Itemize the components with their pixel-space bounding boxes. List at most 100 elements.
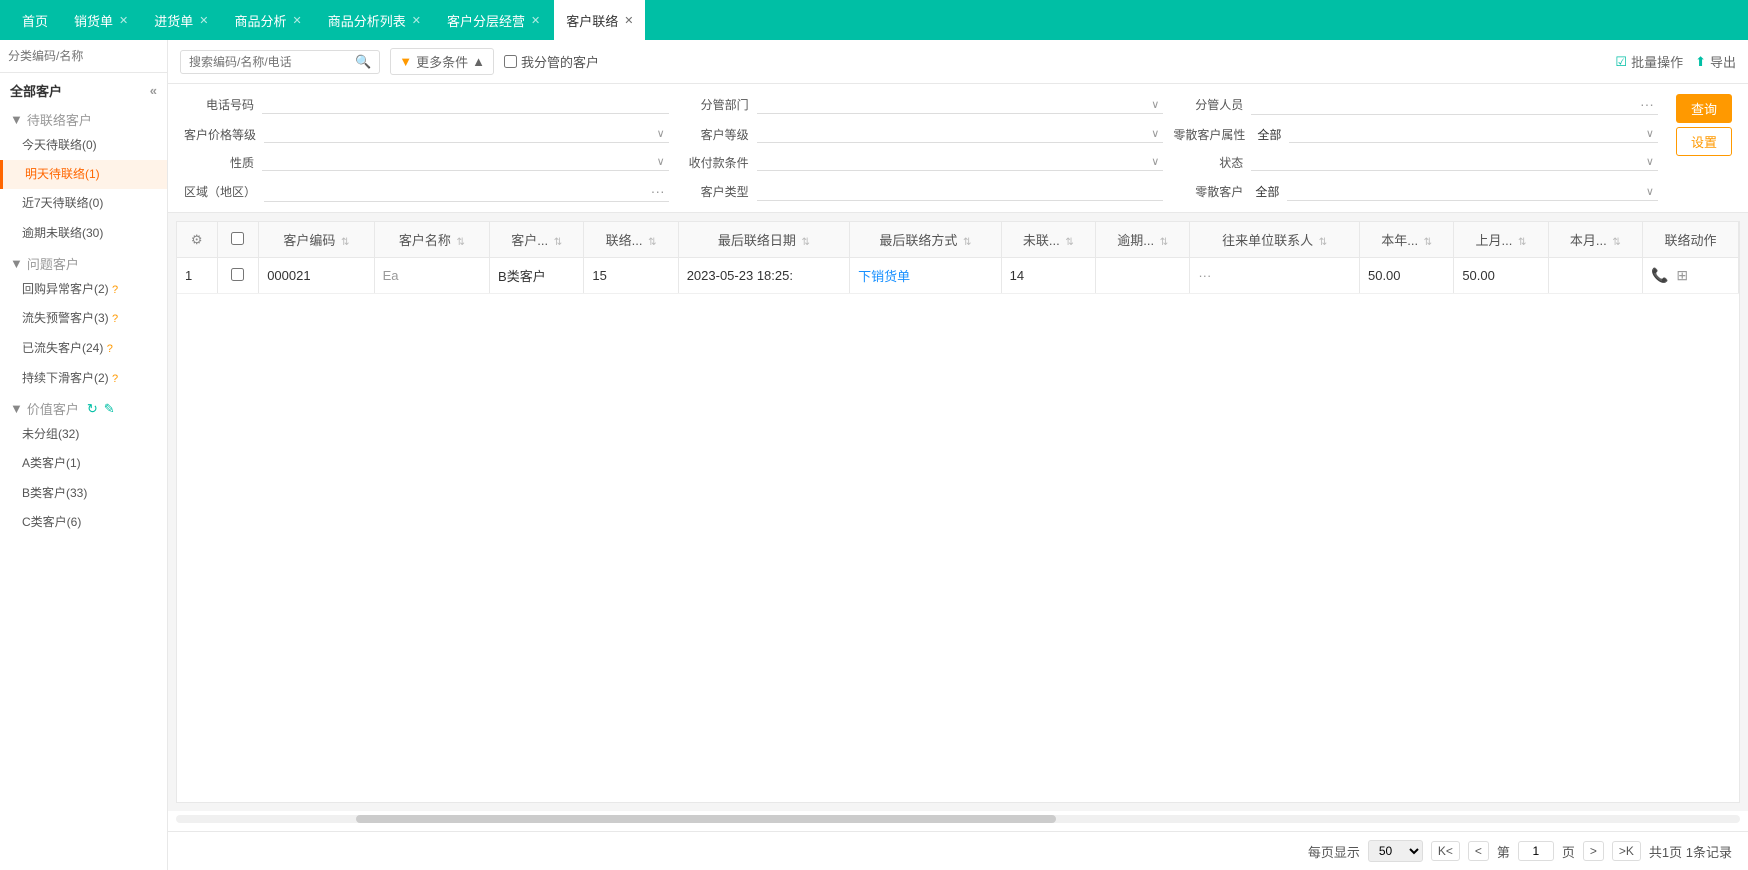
sidebar-item-week[interactable]: 近7天待联络(0) [0, 189, 167, 218]
close-icon[interactable]: ✕ [119, 14, 128, 27]
bulk-btn[interactable]: ☑ 批量操作 [1615, 52, 1683, 71]
nature-select[interactable]: ∨ [262, 153, 669, 171]
table-header-row: ⚙ 客户编码 ⇅ 客户名称 ⇅ 客户... ⇅ 联络... ⇅ 最后联络日期 ⇅… [177, 222, 1739, 258]
action-icons: 📞 ⊞ [1651, 267, 1730, 284]
nav-customer-contact[interactable]: 客户联络 ✕ [554, 0, 645, 40]
retail-cust-select[interactable]: ∨ [1287, 183, 1658, 201]
close-icon[interactable]: ✕ [531, 14, 540, 27]
phone-input[interactable] [262, 95, 669, 114]
td-contact-count: 15 [584, 258, 678, 294]
scrollbar-thumb[interactable] [356, 815, 1056, 823]
grid-action-icon[interactable]: ⊞ [1676, 267, 1688, 284]
th-this-month[interactable]: 本月... ⇅ [1548, 222, 1642, 258]
status-select[interactable]: ∨ [1251, 153, 1658, 171]
region-dots[interactable]: ··· [651, 183, 665, 199]
nav-customer-segment[interactable]: 客户分层经营 ✕ [435, 0, 552, 40]
row-checkbox[interactable] [231, 268, 244, 281]
filter-row-4: 区域（地区） ··· 客户类型 零散客户 全部 [184, 181, 1658, 202]
search-icon[interactable]: 🔍 [355, 54, 371, 70]
th-last-method[interactable]: 最后联络方式 ⇅ [850, 222, 1002, 258]
nature-label: 性质 [184, 154, 254, 171]
td-type: B类客户 [490, 258, 584, 294]
per-page-select[interactable]: 50 100 200 [1368, 840, 1423, 862]
nav-prev-btn[interactable]: < [1468, 841, 1489, 861]
th-contact[interactable]: 联络... ⇅ [584, 222, 678, 258]
filter-person: 分管人员 ··· [1173, 94, 1658, 115]
close-icon[interactable]: ✕ [412, 14, 421, 27]
td-checkbox[interactable] [217, 258, 259, 294]
sidebar-item-churn-warning[interactable]: 流失预警客户(3) ? [0, 304, 167, 334]
filter-retail-cust: 零散客户 全部 ∨ [1173, 183, 1658, 201]
phone-action-icon[interactable]: 📞 [1651, 267, 1668, 284]
sidebar-item-ungrouped[interactable]: 未分组(32) [0, 420, 167, 449]
payment-label: 收付款条件 [679, 154, 749, 171]
sidebar-item-repurchase-abnormal[interactable]: 回购异常客户(2) ? [0, 275, 167, 305]
th-checkbox[interactable] [217, 222, 259, 258]
th-this-year[interactable]: 本年... ⇅ [1359, 222, 1453, 258]
close-icon[interactable]: ✕ [199, 14, 208, 27]
set-btn[interactable]: 设置 [1676, 127, 1732, 156]
sidebar-item-churned[interactable]: 已流失客户(24) ? [0, 334, 167, 364]
td-last-method[interactable]: 下销货单 [850, 258, 1002, 294]
search-input-wrap[interactable]: 🔍 [180, 50, 380, 74]
sidebar-item-today[interactable]: 今天待联络(0) [0, 131, 167, 160]
td-last-month: 50.00 [1454, 258, 1548, 294]
my-customers-checkbox[interactable] [504, 55, 517, 68]
my-customers-checkbox-label[interactable]: 我分管的客户 [504, 52, 599, 71]
export-btn[interactable]: ⬆ 导出 [1695, 52, 1736, 71]
close-icon[interactable]: ✕ [624, 14, 633, 27]
filter-buttons: 查询 设置 [1676, 94, 1732, 202]
search-input[interactable] [189, 55, 349, 69]
sidebar-item-classB[interactable]: B类客户(33) [0, 479, 167, 508]
dept-select[interactable]: ∨ [757, 96, 1164, 114]
table-row: 1 000021 Ea B类客户 15 2023-05-23 18:25: 下销… [177, 258, 1739, 294]
cust-type-input[interactable] [757, 182, 1164, 201]
retail-attr-select[interactable]: ∨ [1289, 125, 1658, 143]
sidebar-item-classA[interactable]: A类客户(1) [0, 449, 167, 478]
collapse-icon[interactable]: « [150, 83, 157, 98]
edit-icon[interactable]: ✎ [104, 401, 115, 417]
th-overdue[interactable]: 逾期... ⇅ [1096, 222, 1190, 258]
th-name[interactable]: 客户名称 ⇅ [374, 222, 489, 258]
sidebar-search-input[interactable] [8, 49, 163, 63]
sidebar-item-declining[interactable]: 持续下滑客户(2) ? [0, 364, 167, 394]
nav-analysis-list[interactable]: 商品分析列表 ✕ [316, 0, 433, 40]
cust-level-select[interactable]: ∨ [757, 125, 1164, 143]
select-all-checkbox[interactable] [231, 232, 244, 245]
th-contact-person[interactable]: 往来单位联系人 ⇅ [1190, 222, 1360, 258]
filter-row-1: 电话号码 分管部门 ∨ 分管人员 [184, 94, 1658, 115]
close-icon[interactable]: ✕ [293, 14, 302, 27]
nav-next-btn[interactable]: > [1583, 841, 1604, 861]
last-method-link[interactable]: 下销货单 [858, 269, 910, 284]
th-code[interactable]: 客户编码 ⇅ [259, 222, 374, 258]
table-footer: 每页显示 50 100 200 K< < 第 页 > >K 共1页 1条记录 [168, 831, 1748, 870]
person-dots[interactable]: ··· [1640, 96, 1654, 112]
nav-purchase[interactable]: 进货单 ✕ [142, 0, 220, 40]
th-last-month[interactable]: 上月... ⇅ [1454, 222, 1548, 258]
nav-first-btn[interactable]: K< [1431, 841, 1460, 861]
nav-analysis[interactable]: 商品分析 ✕ [222, 0, 313, 40]
top-nav: 首页 销货单 ✕ 进货单 ✕ 商品分析 ✕ 商品分析列表 ✕ 客户分层经营 ✕ … [0, 0, 1748, 40]
sidebar-item-classC[interactable]: C类客户(6) [0, 508, 167, 537]
sidebar-item-overdue[interactable]: 逾期未联络(30) [0, 219, 167, 248]
refresh-icon[interactable]: ↻ [87, 401, 98, 417]
td-this-month [1548, 258, 1642, 294]
filter-more-btn[interactable]: ▼ 更多条件 ▲ [390, 48, 494, 75]
th-gear[interactable]: ⚙ [177, 222, 217, 258]
query-btn[interactable]: 查询 [1676, 94, 1732, 123]
sort-icon: ⇅ [1518, 237, 1526, 248]
retail-cust-label: 零散客户 [1173, 183, 1243, 200]
nav-sales[interactable]: 销货单 ✕ [62, 0, 140, 40]
payment-select[interactable]: ∨ [757, 153, 1164, 171]
filter-nature: 性质 ∨ [184, 153, 669, 171]
th-last-date[interactable]: 最后联络日期 ⇅ [678, 222, 849, 258]
nav-home[interactable]: 首页 [10, 0, 60, 40]
page-input[interactable] [1518, 841, 1554, 861]
th-not-contact[interactable]: 未联... ⇅ [1001, 222, 1095, 258]
sidebar-item-tomorrow[interactable]: 明天待联络(1) [0, 160, 167, 189]
price-level-select[interactable]: ∨ [264, 125, 669, 143]
scrollbar-track[interactable] [176, 815, 1740, 823]
nav-last-btn[interactable]: >K [1612, 841, 1641, 861]
sort-icon: ⇅ [456, 237, 464, 248]
th-type[interactable]: 客户... ⇅ [490, 222, 584, 258]
